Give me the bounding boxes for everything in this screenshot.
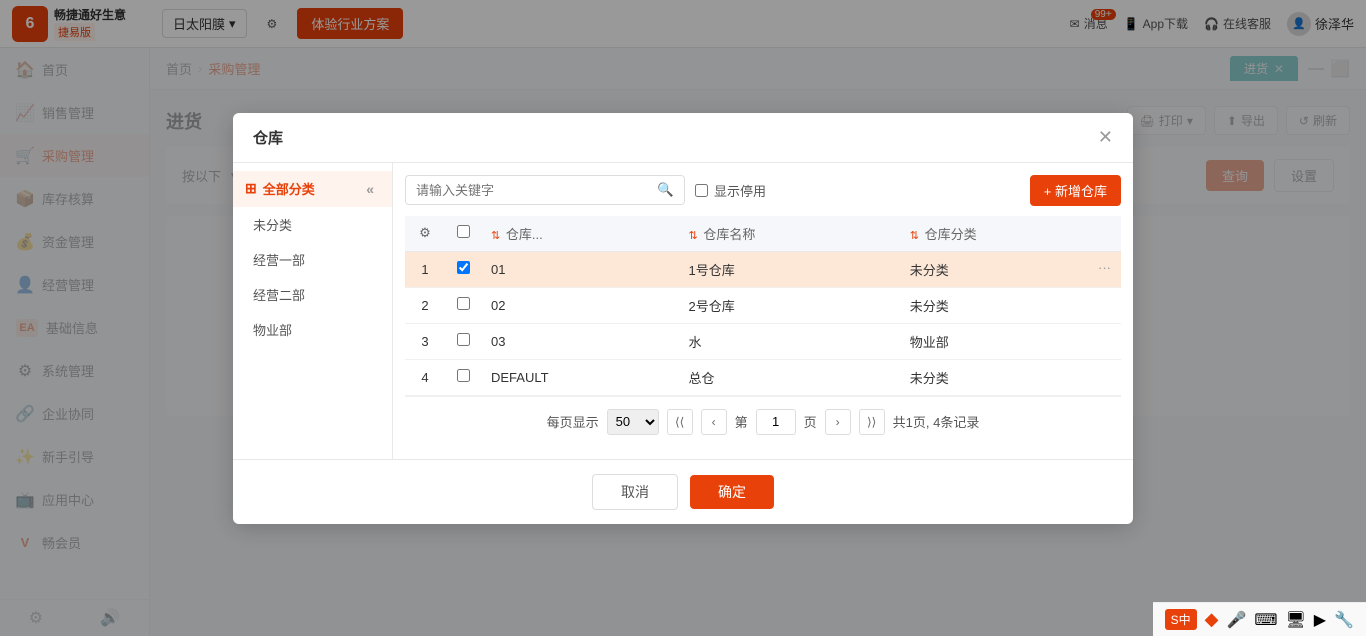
- table-row[interactable]: 1 01 1号仓库 未分类···: [405, 251, 1121, 287]
- col-checkbox: [445, 216, 481, 252]
- dialog-footer: 取消 确定: [233, 459, 1133, 524]
- taskbar-mic-icon[interactable]: 🎤: [1226, 610, 1246, 630]
- row-checkbox-cell: [445, 287, 481, 323]
- col-gear-icon: ⚙: [419, 225, 431, 240]
- row-checkbox[interactable]: [457, 261, 470, 274]
- all-category-label: 全部分类: [263, 179, 315, 198]
- taskbar-monitor-icon[interactable]: 🖥: [1285, 610, 1305, 630]
- row-category: 未分类···: [900, 251, 1121, 287]
- per-page-label: 每页显示: [547, 412, 599, 431]
- page-first-btn[interactable]: ⟨⟨: [667, 409, 693, 435]
- warehouse-table-wrapper: ⚙ ⇅ 仓库... ⇅: [405, 216, 1121, 396]
- page-next-btn[interactable]: ›: [825, 409, 851, 435]
- sort-cat-icon: ⇅: [910, 230, 919, 242]
- collapse-btn[interactable]: «: [360, 179, 380, 199]
- sort-code-icon: ⇅: [491, 230, 500, 242]
- row-code: 03: [481, 323, 679, 359]
- show-disabled-label[interactable]: 显示停用: [695, 181, 766, 200]
- row-checkbox-cell: [445, 323, 481, 359]
- per-page-select[interactable]: 50 10 20 100: [607, 409, 659, 435]
- row-name: 水: [679, 323, 900, 359]
- table-body: 1 01 1号仓库 未分类··· 2 02 2号仓库 未分类 3 03 水 物业…: [405, 251, 1121, 395]
- search-input[interactable]: [406, 177, 647, 204]
- col-gear: ⚙: [405, 216, 445, 252]
- show-disabled-text: 显示停用: [714, 181, 766, 200]
- row-num: 2: [405, 287, 445, 323]
- taskbar-dot-icon[interactable]: ◆: [1205, 609, 1219, 630]
- page-last-btn[interactable]: ⟩⟩: [859, 409, 885, 435]
- table-header-row: ⚙ ⇅ 仓库... ⇅: [405, 216, 1121, 252]
- row-category: 未分类: [900, 359, 1121, 395]
- taskbar-play-icon[interactable]: ▶: [1314, 610, 1326, 630]
- search-icon: 🔍: [657, 182, 674, 197]
- taskbar-bottom: S中 ◆ 🎤 ⌨ 🖥 ▶ 🔧: [1153, 602, 1366, 636]
- grid-icon: ⊞: [245, 180, 257, 197]
- category-dept1[interactable]: 经营一部: [233, 242, 392, 277]
- cancel-button[interactable]: 取消: [592, 474, 678, 510]
- warehouse-table: ⚙ ⇅ 仓库... ⇅: [405, 216, 1121, 396]
- category-panel: ⊞ 全部分类 « 未分类 经营一部 经营二部 物业部: [233, 163, 393, 459]
- table-row[interactable]: 4 DEFAULT 总仓 未分类: [405, 359, 1121, 395]
- table-row[interactable]: 2 02 2号仓库 未分类: [405, 287, 1121, 323]
- row-checkbox[interactable]: [457, 297, 470, 310]
- row-num: 1: [405, 251, 445, 287]
- table-row[interactable]: 3 03 水 物业部: [405, 323, 1121, 359]
- confirm-button[interactable]: 确定: [690, 475, 774, 509]
- select-all-checkbox[interactable]: [457, 225, 470, 238]
- show-disabled-checkbox[interactable]: [695, 184, 708, 197]
- row-num: 3: [405, 323, 445, 359]
- warehouse-dialog: 仓库 ✕ ⊞ 全部分类 « 未分类 经营一部 经营二部 物业部: [233, 113, 1133, 524]
- row-name: 总仓: [679, 359, 900, 395]
- category-dept2[interactable]: 经营二部: [233, 277, 392, 312]
- sort-name-icon: ⇅: [689, 230, 698, 242]
- row-num: 4: [405, 359, 445, 395]
- col-category-header[interactable]: ⇅ 仓库分类: [900, 216, 1121, 252]
- row-checkbox-cell: [445, 359, 481, 395]
- col-name-header[interactable]: ⇅ 仓库名称: [679, 216, 900, 252]
- col-code-header[interactable]: ⇅ 仓库...: [481, 216, 679, 252]
- table-panel: 🔍 显示停用 + 新增仓库 ⚙: [393, 163, 1133, 459]
- all-category-item[interactable]: ⊞ 全部分类 «: [233, 171, 392, 207]
- dialog-overlay: 仓库 ✕ ⊞ 全部分类 « 未分类 经营一部 经营二部 物业部: [0, 0, 1366, 636]
- row-category: 物业部: [900, 323, 1121, 359]
- page-number-input[interactable]: [756, 409, 796, 435]
- row-code: 01: [481, 251, 679, 287]
- total-info: 共1页, 4条记录: [893, 412, 980, 431]
- taskbar-keyboard-icon[interactable]: ⌨: [1254, 610, 1277, 630]
- dialog-title: 仓库: [253, 127, 283, 148]
- row-name: 1号仓库: [679, 251, 900, 287]
- taskbar-s-icon[interactable]: S中: [1165, 609, 1197, 630]
- row-code: 02: [481, 287, 679, 323]
- row-category: 未分类: [900, 287, 1121, 323]
- dialog-toolbar: 🔍 显示停用 + 新增仓库: [405, 175, 1121, 206]
- page-prev-btn[interactable]: ‹: [701, 409, 727, 435]
- search-box: 🔍: [405, 175, 685, 205]
- row-checkbox[interactable]: [457, 369, 470, 382]
- dialog-close-icon[interactable]: ✕: [1098, 127, 1113, 148]
- category-unclassified[interactable]: 未分类: [233, 207, 392, 242]
- table-head: ⚙ ⇅ 仓库... ⇅: [405, 216, 1121, 252]
- page-suffix: 页: [804, 412, 817, 431]
- row-checkbox[interactable]: [457, 333, 470, 346]
- page-word: 第: [735, 412, 748, 431]
- pagination: 每页显示 50 10 20 100 ⟨⟨ ‹ 第 页 › ⟩⟩ 共1页, 4条记…: [405, 396, 1121, 447]
- taskbar-tool-icon[interactable]: 🔧: [1334, 610, 1354, 630]
- search-btn[interactable]: 🔍: [647, 176, 684, 204]
- row-checkbox-cell: [445, 251, 481, 287]
- add-warehouse-btn[interactable]: + 新增仓库: [1030, 175, 1121, 206]
- row-name: 2号仓库: [679, 287, 900, 323]
- row-action-icon[interactable]: ···: [1098, 260, 1111, 275]
- row-code: DEFAULT: [481, 359, 679, 395]
- dialog-body: ⊞ 全部分类 « 未分类 经营一部 经营二部 物业部 🔍: [233, 163, 1133, 459]
- dialog-header: 仓库 ✕: [233, 113, 1133, 163]
- category-property[interactable]: 物业部: [233, 312, 392, 347]
